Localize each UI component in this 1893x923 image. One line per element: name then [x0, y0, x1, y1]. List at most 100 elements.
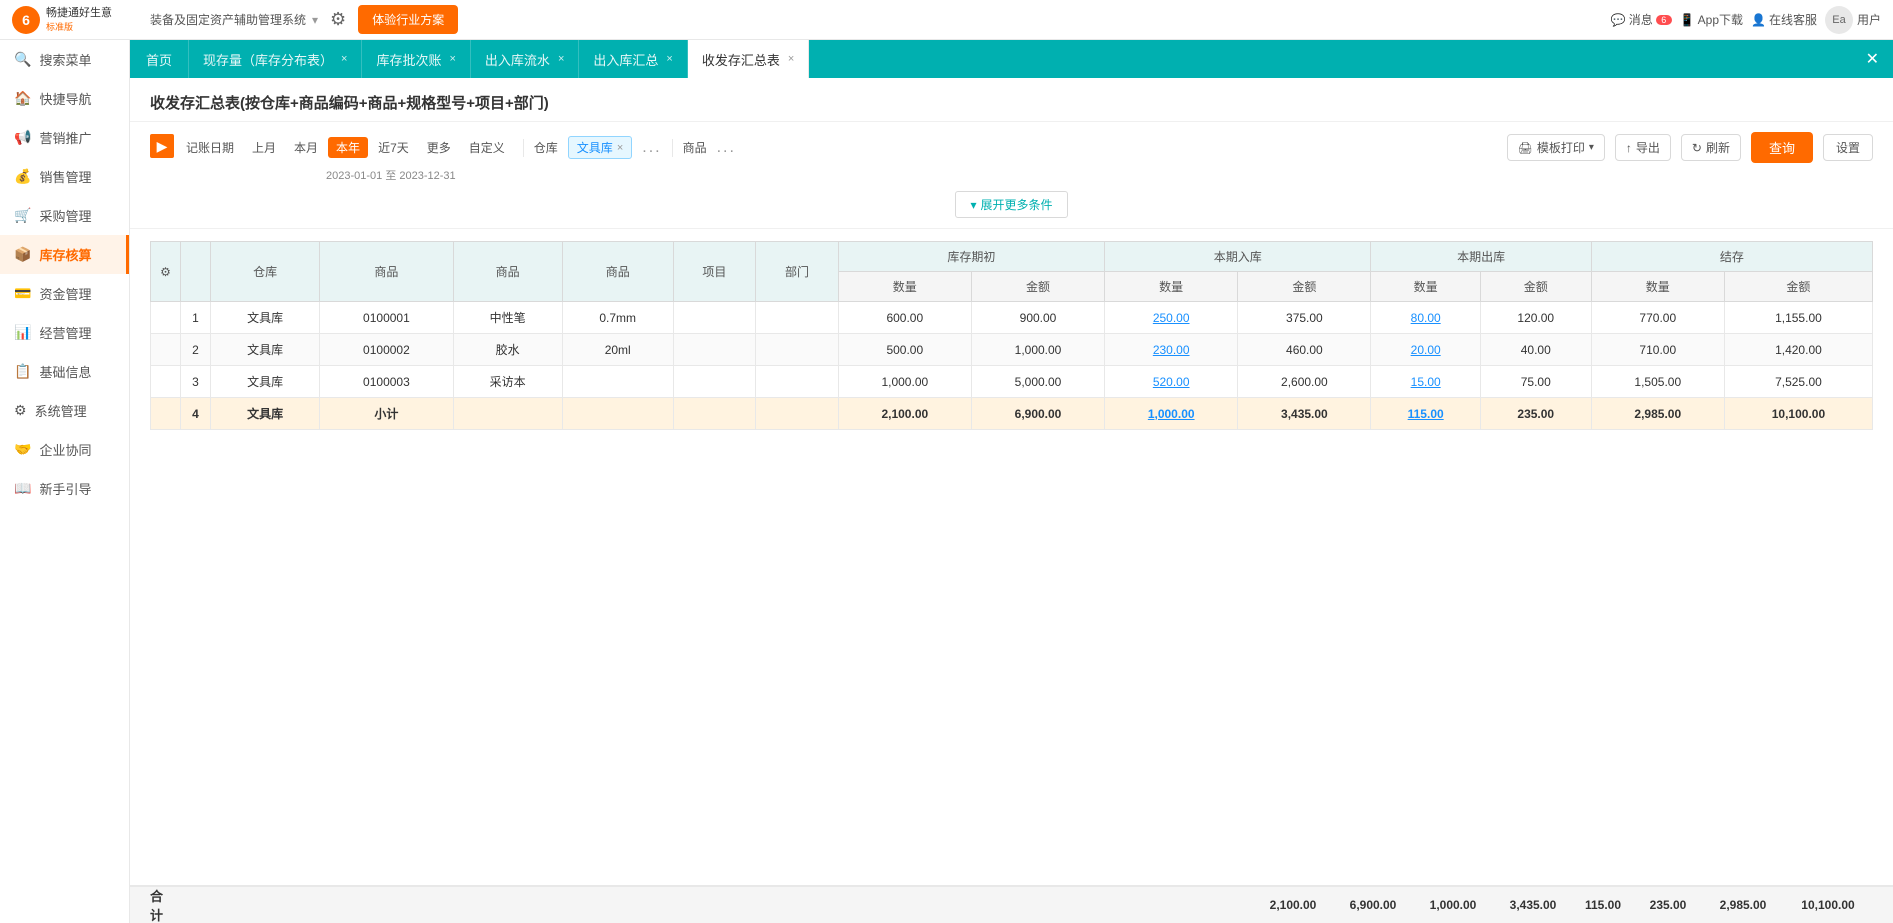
sidebar-label-search: 搜索菜单 — [39, 50, 91, 69]
expand-more-btn[interactable]: ▾ 展开更多条件 — [955, 191, 1067, 218]
tab-inout-flow[interactable]: 出入库流水 × — [471, 40, 579, 78]
sidebar-label-newbie: 新手引导 — [39, 479, 91, 498]
tab-inout-flow-close[interactable]: × — [558, 53, 564, 65]
date-btn-7days[interactable]: 近7天 — [370, 137, 417, 158]
tab-recv-send-close[interactable]: × — [788, 53, 794, 65]
row3-dept — [756, 366, 839, 398]
col-settings-header[interactable]: ⚙ — [151, 242, 181, 302]
tab-bar-close[interactable]: ✕ — [1852, 49, 1893, 69]
experience-button[interactable]: 体验行业方案 — [358, 5, 458, 34]
row2-init-qty: 500.00 — [838, 334, 971, 366]
user-area[interactable]: Ea 用户 — [1825, 6, 1881, 34]
row2-code: 0100002 — [320, 334, 453, 366]
app-download-btn[interactable]: 📱 App下载 — [1680, 11, 1743, 28]
row1-in-qty[interactable]: 250.00 — [1105, 302, 1238, 334]
col-out-header: 本期出库 — [1371, 242, 1591, 272]
settings-icon[interactable]: ⚙ — [330, 9, 346, 30]
row2-check[interactable] — [151, 334, 181, 366]
system-name-wrapper: 装备及固定资产辅助管理系统 ▾ — [150, 11, 318, 28]
subtotal-out-amt: 235.00 — [1480, 398, 1591, 430]
warehouse-filter-label: 仓库 — [534, 139, 558, 156]
subtotal-bal-qty: 2,985.00 — [1591, 398, 1724, 430]
sidebar-label-inventory: 库存核算 — [39, 245, 91, 264]
tab-home[interactable]: 首页 — [130, 40, 189, 78]
row1-out-qty[interactable]: 80.00 — [1371, 302, 1480, 334]
warehouse-tag-text: 文具库 — [577, 139, 613, 156]
print-btn[interactable]: 🖨 模板打印 ▾ — [1507, 134, 1605, 161]
row1-check[interactable] — [151, 302, 181, 334]
online-service-btn[interactable]: 👤 在线客服 — [1751, 11, 1817, 28]
inventory-icon: 📦 — [14, 246, 31, 263]
tab-recv-send-label: 收发存汇总表 — [702, 50, 780, 69]
subtotal-in-amt: 3,435.00 — [1238, 398, 1371, 430]
sidebar-item-quicknav[interactable]: 🏠 快捷导航 — [0, 79, 129, 118]
logo-name: 畅捷通好生意 — [46, 6, 112, 20]
settings-button[interactable]: 设置 — [1823, 134, 1873, 161]
export-label: 导出 — [1636, 139, 1660, 156]
tab-inout-summary-label: 出入库汇总 — [593, 50, 658, 69]
row2-out-qty[interactable]: 20.00 — [1371, 334, 1480, 366]
row3-out-qty[interactable]: 15.00 — [1371, 366, 1480, 398]
sidebar-item-newbie[interactable]: 📖 新手引导 — [0, 469, 129, 508]
row2-out-amt: 40.00 — [1480, 334, 1591, 366]
sales-icon: 💰 — [14, 168, 31, 185]
row3-warehouse: 文具库 — [211, 366, 320, 398]
query-button[interactable]: 查询 — [1751, 132, 1813, 163]
logo-badge: 标准版 — [46, 20, 112, 33]
basicinfo-icon: 📋 — [14, 363, 31, 380]
date-btn-this-year[interactable]: 本年 — [328, 137, 368, 158]
sidebar-item-system[interactable]: ⚙ 系统管理 — [0, 391, 129, 430]
row3-in-qty[interactable]: 520.00 — [1105, 366, 1238, 398]
sidebar-item-basicinfo[interactable]: 📋 基础信息 — [0, 352, 129, 391]
date-btn-this-month[interactable]: 本月 — [286, 137, 326, 158]
sidebar-label-finance: 资金管理 — [39, 284, 91, 303]
date-btn-more[interactable]: 更多 — [419, 137, 459, 158]
col-out-amt-header: 金额 — [1480, 272, 1591, 302]
system-dropdown-icon[interactable]: ▾ — [312, 13, 318, 27]
date-btn-last-month[interactable]: 上月 — [244, 137, 284, 158]
sidebar-item-marketing[interactable]: 📢 营销推广 — [0, 118, 129, 157]
table-wrapper: ⚙ 仓库 商品 商品 商品 项目 部门 库存期初 本期入库 本期出库 结存 — [130, 229, 1893, 885]
sidebar-item-inventory[interactable]: 📦 库存核算 — [0, 235, 129, 274]
col-in-qty-header: 数量 — [1105, 272, 1238, 302]
date-filter-label: 记账日期 — [186, 139, 234, 156]
tab-inventory-dist[interactable]: 现存量（库存分布表） × — [189, 40, 362, 78]
avatar: Ea — [1825, 6, 1853, 34]
total-in-amt: 3,435.00 — [1493, 898, 1573, 912]
refresh-btn[interactable]: ↻ 刷新 — [1681, 134, 1741, 161]
row3-check[interactable] — [151, 366, 181, 398]
tab-batch[interactable]: 库存批次账 × — [362, 40, 470, 78]
message-label: 消息 — [1629, 11, 1653, 28]
tab-bar: 首页 现存量（库存分布表） × 库存批次账 × 出入库流水 × 出入库汇总 × … — [130, 40, 1893, 78]
goods-ellipsis-btn[interactable]: ... — [717, 139, 736, 157]
warehouse-ellipsis-btn[interactable]: ... — [642, 139, 661, 157]
subtotal-label-cell: 小计 — [320, 398, 453, 430]
sidebar-label-marketing: 营销推广 — [39, 128, 91, 147]
tab-inventory-dist-close[interactable]: × — [341, 53, 347, 65]
date-btn-custom[interactable]: 自定义 — [461, 137, 513, 158]
warehouse-remove-icon[interactable]: × — [617, 142, 623, 154]
export-btn[interactable]: ↑ 导出 — [1615, 134, 1671, 161]
tab-batch-close[interactable]: × — [449, 53, 455, 65]
row2-in-qty[interactable]: 230.00 — [1105, 334, 1238, 366]
row1-out-amt: 120.00 — [1480, 302, 1591, 334]
row3-spec — [562, 366, 673, 398]
search-icon: 🔍 — [14, 51, 31, 68]
message-btn[interactable]: 💬 消息 6 — [1611, 11, 1672, 28]
sidebar-item-finance[interactable]: 💳 资金管理 — [0, 274, 129, 313]
filter-expand-arrow[interactable]: ▶ — [150, 134, 174, 158]
row3-init-qty: 1,000.00 — [838, 366, 971, 398]
col-project-header: 项目 — [673, 242, 756, 302]
sidebar-item-search[interactable]: 🔍 搜索菜单 — [0, 40, 129, 79]
sidebar-item-sales[interactable]: 💰 销售管理 — [0, 157, 129, 196]
row3-bal-qty: 1,505.00 — [1591, 366, 1724, 398]
sidebar-item-operations[interactable]: 📊 经营管理 — [0, 313, 129, 352]
subtotal-empty1 — [453, 398, 562, 430]
tab-inout-summary-close[interactable]: × — [666, 53, 672, 65]
tab-inout-flow-label: 出入库流水 — [485, 50, 550, 69]
row2-name: 胶水 — [453, 334, 562, 366]
sidebar-item-purchase[interactable]: 🛒 采购管理 — [0, 196, 129, 235]
tab-inout-summary[interactable]: 出入库汇总 × — [579, 40, 687, 78]
sidebar-item-enterprise[interactable]: 🤝 企业协同 — [0, 430, 129, 469]
tab-recv-send[interactable]: 收发存汇总表 × — [688, 40, 809, 78]
